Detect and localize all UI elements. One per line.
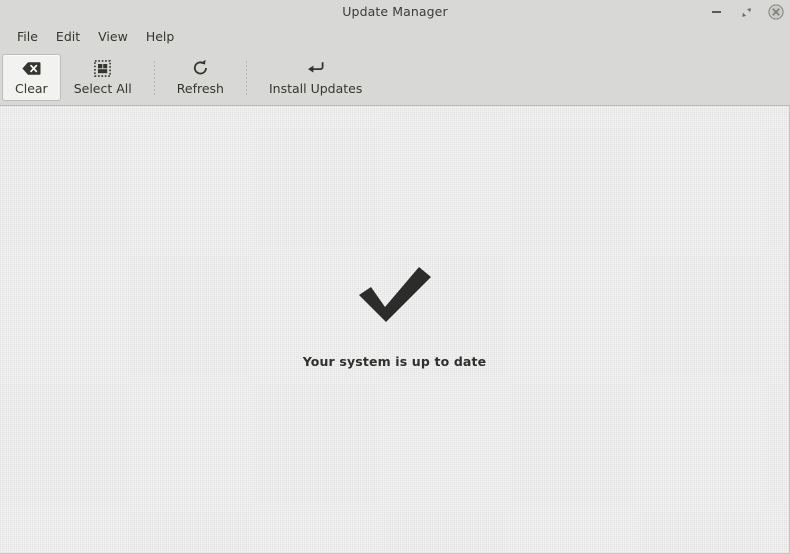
maximize-icon[interactable] — [738, 4, 754, 20]
select-all-icon — [94, 57, 112, 79]
menu-item-view[interactable]: View — [89, 26, 137, 48]
checkmark-icon — [351, 264, 437, 326]
toolbar-separator-1 — [153, 60, 155, 95]
refresh-icon — [192, 57, 209, 79]
menu-item-file[interactable]: File — [8, 26, 47, 48]
close-icon[interactable] — [768, 4, 784, 20]
backspace-clear-icon — [22, 57, 41, 79]
status-block: Your system is up to date — [303, 264, 487, 369]
toolbar-separator-2 — [245, 60, 247, 95]
select-all-button-label: Select All — [73, 81, 132, 96]
minimize-icon[interactable] — [708, 4, 724, 20]
update-manager-window: Update Manager File Edit View Help Clear… — [0, 0, 790, 554]
clear-button[interactable]: Clear — [2, 54, 61, 101]
select-all-button[interactable]: Select All — [61, 54, 145, 101]
install-updates-button-label: Install Updates — [268, 81, 363, 96]
clear-button-label: Clear — [15, 81, 48, 96]
menubar: File Edit View Help — [0, 24, 790, 50]
status-text: Your system is up to date — [302, 354, 487, 369]
toolbar: Clear Select All Refresh Install Updates — [0, 50, 790, 106]
window-title: Update Manager — [342, 4, 448, 19]
install-updates-button[interactable]: Install Updates — [256, 54, 375, 101]
install-updates-icon — [307, 57, 325, 79]
window-controls — [708, 0, 784, 24]
titlebar: Update Manager — [0, 0, 790, 24]
refresh-button[interactable]: Refresh — [164, 54, 237, 101]
menu-item-edit[interactable]: Edit — [47, 26, 89, 48]
content-area: Your system is up to date — [0, 106, 790, 554]
menu-item-help[interactable]: Help — [137, 26, 184, 48]
refresh-button-label: Refresh — [176, 81, 224, 96]
